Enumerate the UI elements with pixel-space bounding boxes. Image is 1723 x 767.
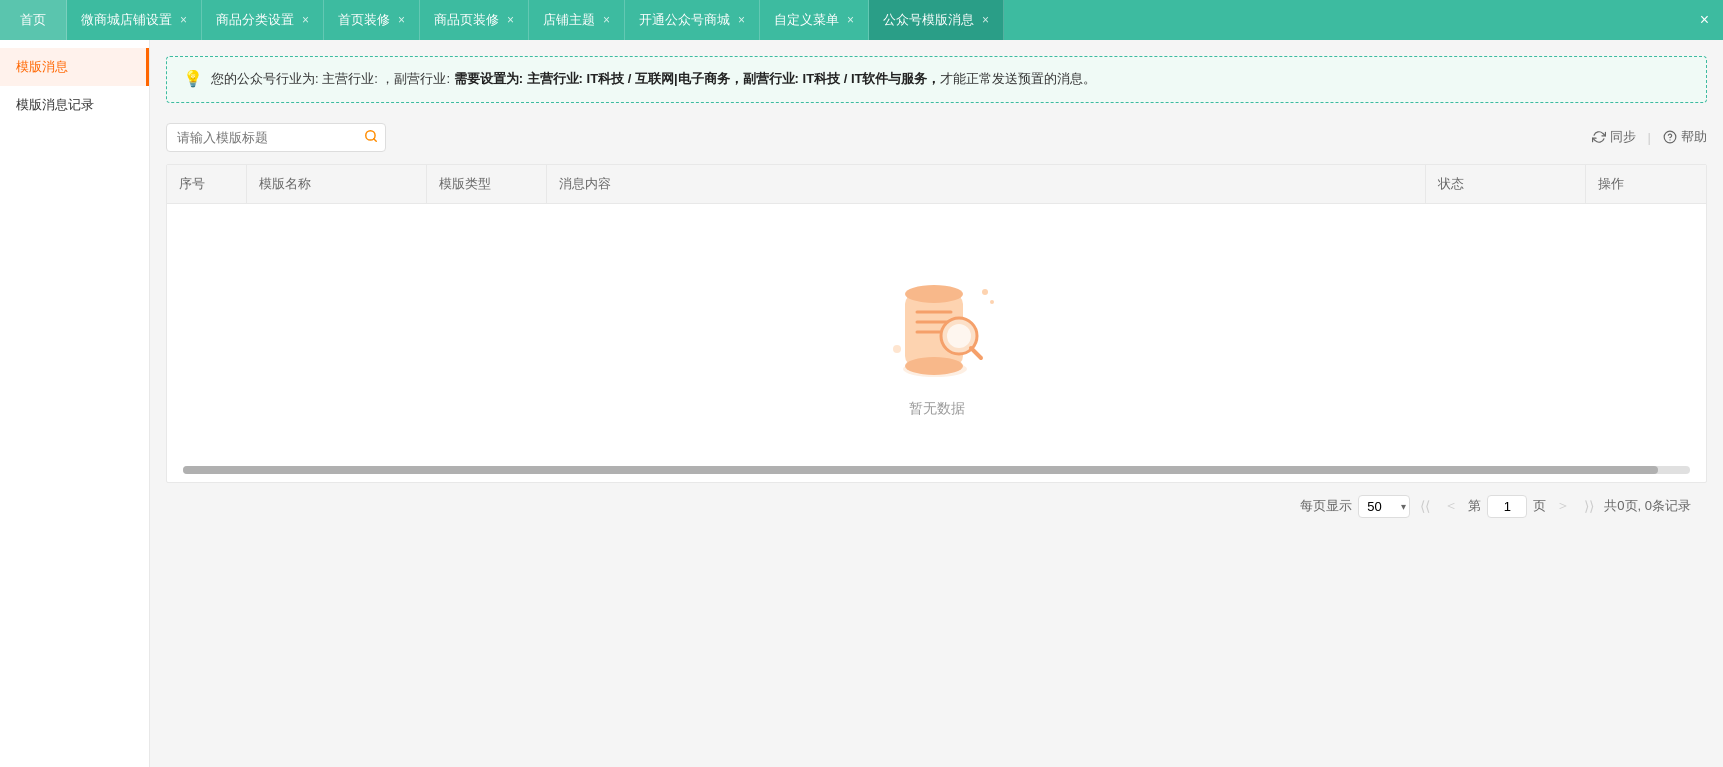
close-custom-menu[interactable]: × [847, 13, 854, 27]
svg-point-14 [982, 289, 988, 295]
page-word: 第 [1468, 497, 1481, 515]
close-template-msg[interactable]: × [982, 13, 989, 27]
table-container: 序号 模版名称 模版类型 消息内容 状态 操作 [166, 164, 1707, 483]
nav-tab-open-mall[interactable]: 开通公众号商城 × [625, 0, 760, 40]
page-last-button[interactable]: ⟩⟩ [1580, 496, 1598, 516]
search-input[interactable] [166, 123, 386, 152]
nav-tab-store-settings[interactable]: 微商城店铺设置 × [67, 0, 202, 40]
page-size-label: 每页显示 [1300, 497, 1352, 515]
search-icon [364, 129, 378, 143]
th-action: 操作 [1586, 165, 1706, 203]
close-product-decor[interactable]: × [507, 13, 514, 27]
close-home-decor[interactable]: × [398, 13, 405, 27]
table-header: 序号 模版名称 模版类型 消息内容 状态 操作 [167, 165, 1706, 204]
main-layout: 模版消息 模版消息记录 💡 您的公众号行业为: 主营行业: ，副营行业: 需要设… [0, 40, 1723, 767]
th-name: 模版名称 [247, 165, 427, 203]
svg-point-6 [905, 285, 963, 303]
sidebar-item-template-msg-record[interactable]: 模版消息记录 [0, 86, 149, 124]
search-bar: 同步 | 帮助 [166, 123, 1707, 152]
search-input-wrap [166, 123, 386, 152]
page-suffix: 页 [1533, 497, 1546, 515]
horizontal-scrollbar[interactable] [183, 466, 1690, 474]
close-all-button[interactable]: × [1686, 11, 1723, 29]
product-decor-label: 商品页装修 [434, 11, 499, 29]
th-index: 序号 [167, 165, 247, 203]
help-icon [1663, 130, 1677, 144]
close-store-theme[interactable]: × [603, 13, 610, 27]
close-store-settings[interactable]: × [180, 13, 187, 27]
help-label: 帮助 [1681, 128, 1707, 146]
svg-line-1 [374, 139, 377, 142]
notice-icon: 💡 [183, 69, 203, 88]
notice-banner: 💡 您的公众号行业为: 主营行业: ，副营行业: 需要设置为: 主营行业: IT… [166, 56, 1707, 103]
home-tab-label: 首页 [20, 11, 46, 29]
pagination: 每页显示 50 10 20 100 ▾ ⟨⟨ ＜ 第 页 ＞ ⟩⟩ 共0页, 0… [166, 483, 1707, 526]
sync-icon [1592, 130, 1606, 144]
th-status: 状态 [1426, 165, 1586, 203]
nav-tab-custom-menu[interactable]: 自定义菜单 × [760, 0, 869, 40]
open-mall-label: 开通公众号商城 [639, 11, 730, 29]
page-number-input[interactable] [1487, 495, 1527, 518]
th-type: 模版类型 [427, 165, 547, 203]
toolbar-divider: | [1648, 130, 1651, 145]
page-total-info: 共0页, 0条记录 [1604, 497, 1691, 515]
nav-tab-home-decor[interactable]: 首页装修 × [324, 0, 420, 40]
sync-button[interactable]: 同步 [1592, 128, 1636, 146]
template-msg-label: 公众号模版消息 [883, 11, 974, 29]
notice-suffix: 才能正常发送预置的消息。 [940, 71, 1096, 86]
search-button[interactable] [364, 129, 378, 146]
nav-tab-category-settings[interactable]: 商品分类设置 × [202, 0, 324, 40]
close-category-settings[interactable]: × [302, 13, 309, 27]
notice-prefix: 您的公众号行业为: 主营行业: ，副营行业: [211, 71, 454, 86]
content-area: 💡 您的公众号行业为: 主营行业: ，副营行业: 需要设置为: 主营行业: IT… [150, 40, 1723, 767]
sync-label: 同步 [1610, 128, 1636, 146]
store-theme-label: 店铺主题 [543, 11, 595, 29]
svg-point-16 [893, 345, 901, 353]
empty-state: 暂无数据 [167, 204, 1706, 458]
sidebar-item-template-msg-record-label: 模版消息记录 [16, 97, 94, 112]
page-size-select[interactable]: 50 10 20 100 [1358, 495, 1410, 518]
store-settings-label: 微商城店铺设置 [81, 11, 172, 29]
notice-text: 您的公众号行业为: 主营行业: ，副营行业: 需要设置为: 主营行业: IT科技… [211, 69, 1096, 90]
page-next-button[interactable]: ＞ [1552, 495, 1574, 517]
scroll-thumb[interactable] [183, 466, 1658, 474]
nav-tab-home[interactable]: 首页 [0, 0, 67, 40]
svg-point-15 [990, 300, 994, 304]
page-size-wrap: 50 10 20 100 ▾ [1358, 495, 1410, 518]
svg-point-12 [947, 324, 971, 348]
top-nav: 首页 微商城店铺设置 × 商品分类设置 × 首页装修 × 商品页装修 × 店铺主… [0, 0, 1723, 40]
empty-text: 暂无数据 [909, 400, 965, 418]
sidebar-item-template-msg-label: 模版消息 [16, 59, 68, 74]
nav-tab-product-decor[interactable]: 商品页装修 × [420, 0, 529, 40]
sidebar-item-template-msg[interactable]: 模版消息 [0, 48, 149, 86]
sidebar: 模版消息 模版消息记录 [0, 40, 150, 767]
page-prev-button[interactable]: ＜ [1440, 495, 1462, 517]
svg-line-13 [971, 348, 981, 358]
empty-illustration [877, 264, 997, 384]
svg-point-7 [905, 357, 963, 375]
home-decor-label: 首页装修 [338, 11, 390, 29]
nav-tab-store-theme[interactable]: 店铺主题 × [529, 0, 625, 40]
page-first-button[interactable]: ⟨⟨ [1416, 496, 1434, 516]
category-settings-label: 商品分类设置 [216, 11, 294, 29]
help-button[interactable]: 帮助 [1663, 128, 1707, 146]
custom-menu-label: 自定义菜单 [774, 11, 839, 29]
notice-highlight: 需要设置为: 主营行业: IT科技 / 互联网|电子商务，副营行业: IT科技 … [454, 71, 941, 86]
toolbar-right: 同步 | 帮助 [1592, 128, 1707, 146]
th-content: 消息内容 [547, 165, 1426, 203]
nav-tab-template-msg[interactable]: 公众号模版消息 × [869, 0, 1004, 40]
close-open-mall[interactable]: × [738, 13, 745, 27]
